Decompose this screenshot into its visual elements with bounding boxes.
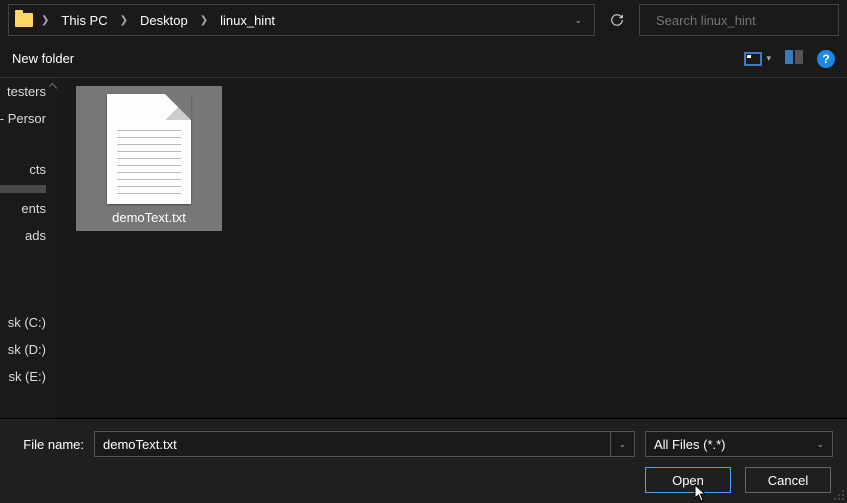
- chevron-right-icon[interactable]: ❯: [37, 15, 53, 26]
- new-folder-button[interactable]: New folder: [12, 51, 74, 66]
- dialog-footer: File name: ⌄ All Files (*.*) ⌄ Open Canc…: [0, 418, 847, 503]
- thumbnail-view-icon: [744, 52, 762, 66]
- filter-label: All Files (*.*): [654, 437, 726, 452]
- sidebar-item[interactable]: testers: [0, 78, 46, 105]
- cancel-button[interactable]: Cancel: [745, 467, 831, 493]
- text-file-icon: [107, 94, 191, 204]
- help-icon: ?: [822, 52, 829, 66]
- search-input[interactable]: [656, 13, 832, 28]
- breadcrumb[interactable]: ❯ This PC ❯ Desktop ❯ linux_hint ⌄: [8, 4, 595, 36]
- sidebar-item[interactable]: cts: [0, 156, 46, 183]
- navigation-sidebar[interactable]: testers - Persor cts ents ads sk (C:) sk…: [0, 78, 60, 432]
- sidebar-item[interactable]: ents: [0, 195, 46, 222]
- chevron-down-icon: ⌄: [619, 439, 627, 450]
- open-button[interactable]: Open: [645, 467, 731, 493]
- chevron-down-icon[interactable]: ⌄: [574, 15, 582, 26]
- scroll-up-icon[interactable]: ヘ: [48, 78, 57, 92]
- resize-grip-icon[interactable]: [833, 489, 845, 501]
- file-name-input[interactable]: [95, 437, 610, 452]
- sidebar-item[interactable]: sk (D:): [0, 336, 46, 363]
- sidebar-item-selected[interactable]: [0, 185, 46, 193]
- view-mode-button[interactable]: ▾: [744, 52, 771, 66]
- sidebar-scrollbar[interactable]: ヘ ⌄: [46, 78, 60, 432]
- preview-icon: [785, 50, 803, 64]
- chevron-right-icon[interactable]: ❯: [116, 15, 132, 26]
- refresh-icon: [610, 13, 624, 27]
- breadcrumb-item[interactable]: Desktop: [136, 11, 192, 30]
- file-name-caption: File name:: [14, 437, 84, 452]
- sidebar-item[interactable]: ads: [0, 222, 46, 249]
- breadcrumb-item[interactable]: This PC: [57, 11, 111, 30]
- sidebar-item[interactable]: - Persor: [0, 105, 46, 132]
- file-name-label: demoText.txt: [112, 210, 186, 225]
- chevron-right-icon[interactable]: ❯: [196, 15, 212, 26]
- sidebar-item[interactable]: sk (C:): [0, 309, 46, 336]
- file-name-history-dropdown[interactable]: ⌄: [610, 432, 634, 456]
- help-button[interactable]: ?: [817, 50, 835, 68]
- refresh-button[interactable]: [603, 6, 631, 34]
- file-name-field[interactable]: ⌄: [94, 431, 635, 457]
- chevron-down-icon: ▾: [766, 53, 771, 64]
- sidebar-item[interactable]: sk (E:): [0, 363, 46, 390]
- breadcrumb-item[interactable]: linux_hint: [216, 11, 279, 30]
- folder-icon: [15, 13, 33, 27]
- file-list[interactable]: demoText.txt: [60, 78, 847, 432]
- file-type-filter[interactable]: All Files (*.*) ⌄: [645, 431, 833, 457]
- preview-pane-button[interactable]: [785, 50, 803, 67]
- search-box[interactable]: [639, 4, 839, 36]
- chevron-down-icon: ⌄: [816, 439, 824, 450]
- file-item-selected[interactable]: demoText.txt: [76, 86, 222, 231]
